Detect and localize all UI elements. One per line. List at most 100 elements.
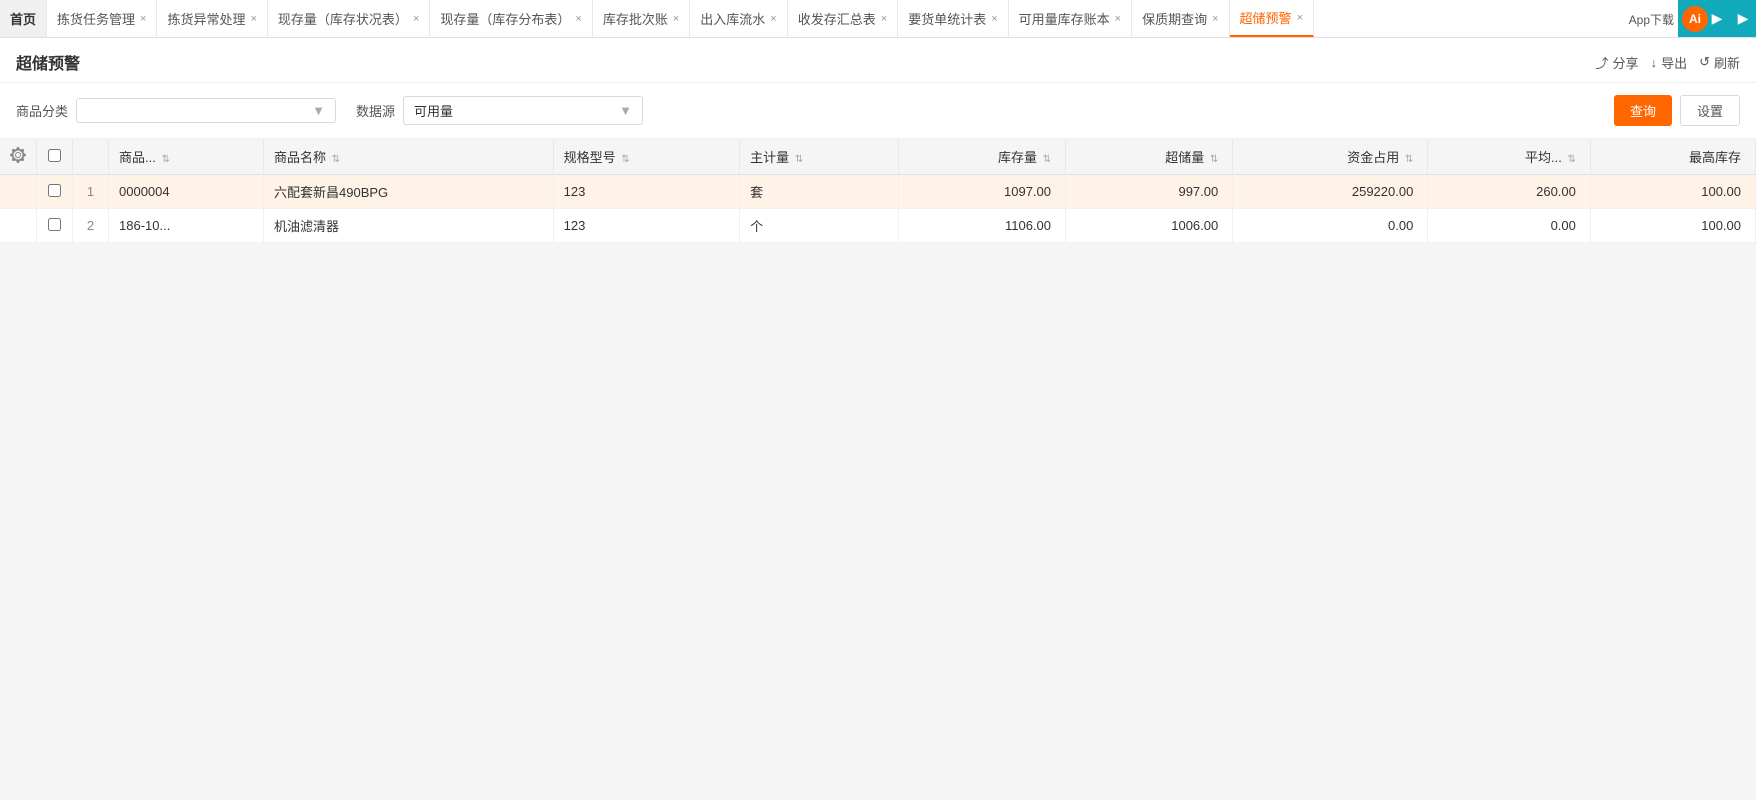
- overstock-cell: 1006.00: [1066, 209, 1233, 243]
- page-header: 超储预警 ⤴ 分享 ↓ 导出 ↺ 刷新: [0, 38, 1756, 83]
- close-tab-0-icon[interactable]: ×: [140, 13, 146, 25]
- row-checkbox-cell[interactable]: [37, 175, 73, 209]
- avg-col-header[interactable]: 平均... ⇅: [1428, 139, 1591, 175]
- row-checkbox[interactable]: [48, 184, 61, 197]
- user-area: App下载 Ai: [1621, 0, 1716, 38]
- close-tab-3-icon[interactable]: ×: [575, 13, 581, 25]
- row-gear-cell: [0, 209, 37, 243]
- overstock-sort-icon: ⇅: [1210, 154, 1218, 165]
- close-tab-8-icon[interactable]: ×: [1115, 13, 1121, 25]
- row-checkbox[interactable]: [48, 218, 61, 231]
- checkbox-col-header[interactable]: [37, 139, 73, 175]
- avatar[interactable]: Ai: [1682, 6, 1708, 32]
- table-row: 2 186-10... 机油滤清器 123 个 1106.00 1006.00 …: [0, 209, 1756, 243]
- table-row: 1 0000004 六配套新昌490BPG 123 套 1097.00 997.…: [0, 175, 1756, 209]
- category-select[interactable]: ​ ▼: [76, 98, 336, 123]
- nav-tab-9[interactable]: 保质期查询 ×: [1132, 0, 1229, 37]
- product-name-cell: 六配套新昌490BPG: [264, 175, 554, 209]
- avg-cell: 0.00: [1428, 209, 1591, 243]
- nav-tab-4[interactable]: 库存批次账 ×: [593, 0, 690, 37]
- row-checkbox-cell[interactable]: [37, 209, 73, 243]
- nav-tab-0[interactable]: 拣货任务管理 ×: [47, 0, 157, 37]
- gear-icon[interactable]: [10, 147, 26, 163]
- gear-col-header[interactable]: [0, 139, 37, 175]
- stock-sort-icon: ⇅: [1043, 154, 1051, 165]
- filter-actions: 查询 设置: [1614, 95, 1740, 126]
- product-name-col-header[interactable]: 商品名称 ⇅: [264, 139, 554, 175]
- close-tab-4-icon[interactable]: ×: [673, 13, 679, 25]
- refresh-button[interactable]: ↺ 刷新: [1699, 53, 1740, 72]
- header-actions: ⤴ 分享 ↓ 导出 ↺ 刷新: [1596, 53, 1740, 72]
- row-num-cell: 1: [73, 175, 109, 209]
- share-button[interactable]: ⤴ 分享: [1596, 53, 1639, 72]
- refresh-icon: ↺: [1699, 54, 1710, 70]
- share-icon: ⤴: [1596, 53, 1609, 72]
- nav-tab-7[interactable]: 要货单统计表 ×: [898, 0, 1008, 37]
- stock-col-header[interactable]: 库存量 ⇅: [898, 139, 1065, 175]
- nav-tab-1[interactable]: 拣货异常处理 ×: [157, 0, 267, 37]
- nav-tab-2[interactable]: 现存量（库存状况表） ×: [268, 0, 430, 37]
- unit-cell: 个: [740, 209, 899, 243]
- maxstock-cell: 100.00: [1590, 175, 1755, 209]
- maxstock-col-header[interactable]: 最高库存: [1590, 139, 1755, 175]
- export-button[interactable]: ↓ 导出: [1651, 53, 1688, 72]
- datasource-select[interactable]: 可用量 ▼: [403, 96, 643, 125]
- nav-tab-8[interactable]: 可用量库存账本 ×: [1009, 0, 1132, 37]
- capital-cell: 0.00: [1233, 209, 1428, 243]
- datasource-dropdown-icon: ▼: [619, 103, 632, 118]
- settings-button[interactable]: 设置: [1680, 95, 1740, 126]
- nav-tab-6[interactable]: 收发存汇总表 ×: [788, 0, 898, 37]
- product-code-cell: 186-10...: [109, 209, 264, 243]
- page-content: 超储预警 ⤴ 分享 ↓ 导出 ↺ 刷新 商品分类 ​ ▼ 数据源: [0, 38, 1756, 243]
- nav-tab-3[interactable]: 现存量（库存分布表） ×: [430, 0, 592, 37]
- maxstock-cell: 100.00: [1590, 209, 1755, 243]
- unit-sort-icon: ⇅: [795, 154, 803, 165]
- spec-col-header[interactable]: 规格型号 ⇅: [553, 139, 740, 175]
- table-container: 商品... ⇅ 商品名称 ⇅ 规格型号 ⇅ 主计量 ⇅: [0, 139, 1756, 243]
- spec-cell: 123: [553, 209, 740, 243]
- close-tab-1-icon[interactable]: ×: [250, 13, 256, 25]
- select-all-checkbox[interactable]: [48, 149, 61, 162]
- category-dropdown-icon: ▼: [312, 103, 325, 118]
- close-tab-2-icon[interactable]: ×: [413, 13, 419, 25]
- close-tab-5-icon[interactable]: ×: [770, 13, 776, 25]
- unit-col-header[interactable]: 主计量 ⇅: [740, 139, 899, 175]
- capital-sort-icon: ⇅: [1405, 154, 1413, 165]
- stock-cell: 1097.00: [898, 175, 1065, 209]
- top-nav: 首页 拣货任务管理 × 拣货异常处理 × 现存量（库存状况表） × 现存量（库存…: [0, 0, 1756, 38]
- datasource-value: 可用量: [414, 101, 453, 120]
- row-num-cell: 2: [73, 209, 109, 243]
- table-header-row: 商品... ⇅ 商品名称 ⇅ 规格型号 ⇅ 主计量 ⇅: [0, 139, 1756, 175]
- page-title: 超储预警: [16, 50, 80, 74]
- product-code-col-header[interactable]: 商品... ⇅: [109, 139, 264, 175]
- nav-arrow-expand-button[interactable]: ▶: [1730, 0, 1756, 38]
- close-tab-7-icon[interactable]: ×: [991, 13, 997, 25]
- datasource-filter: 数据源 可用量 ▼: [356, 96, 643, 125]
- capital-cell: 259220.00: [1233, 175, 1428, 209]
- unit-cell: 套: [740, 175, 899, 209]
- product-name-sort-icon: ⇅: [332, 154, 340, 165]
- nav-tab-5[interactable]: 出入库流水 ×: [690, 0, 787, 37]
- product-code-sort-icon: ⇅: [161, 154, 169, 165]
- query-button[interactable]: 查询: [1614, 95, 1672, 126]
- spec-sort-icon: ⇅: [621, 154, 629, 165]
- close-tab-10-icon[interactable]: ×: [1297, 12, 1303, 24]
- product-code-cell: 0000004: [109, 175, 264, 209]
- nav-tab-10[interactable]: 超储预警 ×: [1230, 0, 1314, 37]
- row-gear-cell: [0, 175, 37, 209]
- avg-cell: 260.00: [1428, 175, 1591, 209]
- category-label: 商品分类: [16, 101, 68, 120]
- rownum-col-header: [73, 139, 109, 175]
- app-download-label[interactable]: App下载: [1629, 11, 1674, 28]
- spec-cell: 123: [553, 175, 740, 209]
- capital-col-header[interactable]: 资金占用 ⇅: [1233, 139, 1428, 175]
- avg-sort-icon: ⇅: [1567, 154, 1575, 165]
- overstock-col-header[interactable]: 超储量 ⇅: [1066, 139, 1233, 175]
- data-table: 商品... ⇅ 商品名称 ⇅ 规格型号 ⇅ 主计量 ⇅: [0, 139, 1756, 243]
- close-tab-6-icon[interactable]: ×: [881, 13, 887, 25]
- stock-cell: 1106.00: [898, 209, 1065, 243]
- overstock-cell: 997.00: [1066, 175, 1233, 209]
- nav-home[interactable]: 首页: [0, 0, 47, 37]
- close-tab-9-icon[interactable]: ×: [1212, 13, 1218, 25]
- product-name-cell: 机油滤清器: [264, 209, 554, 243]
